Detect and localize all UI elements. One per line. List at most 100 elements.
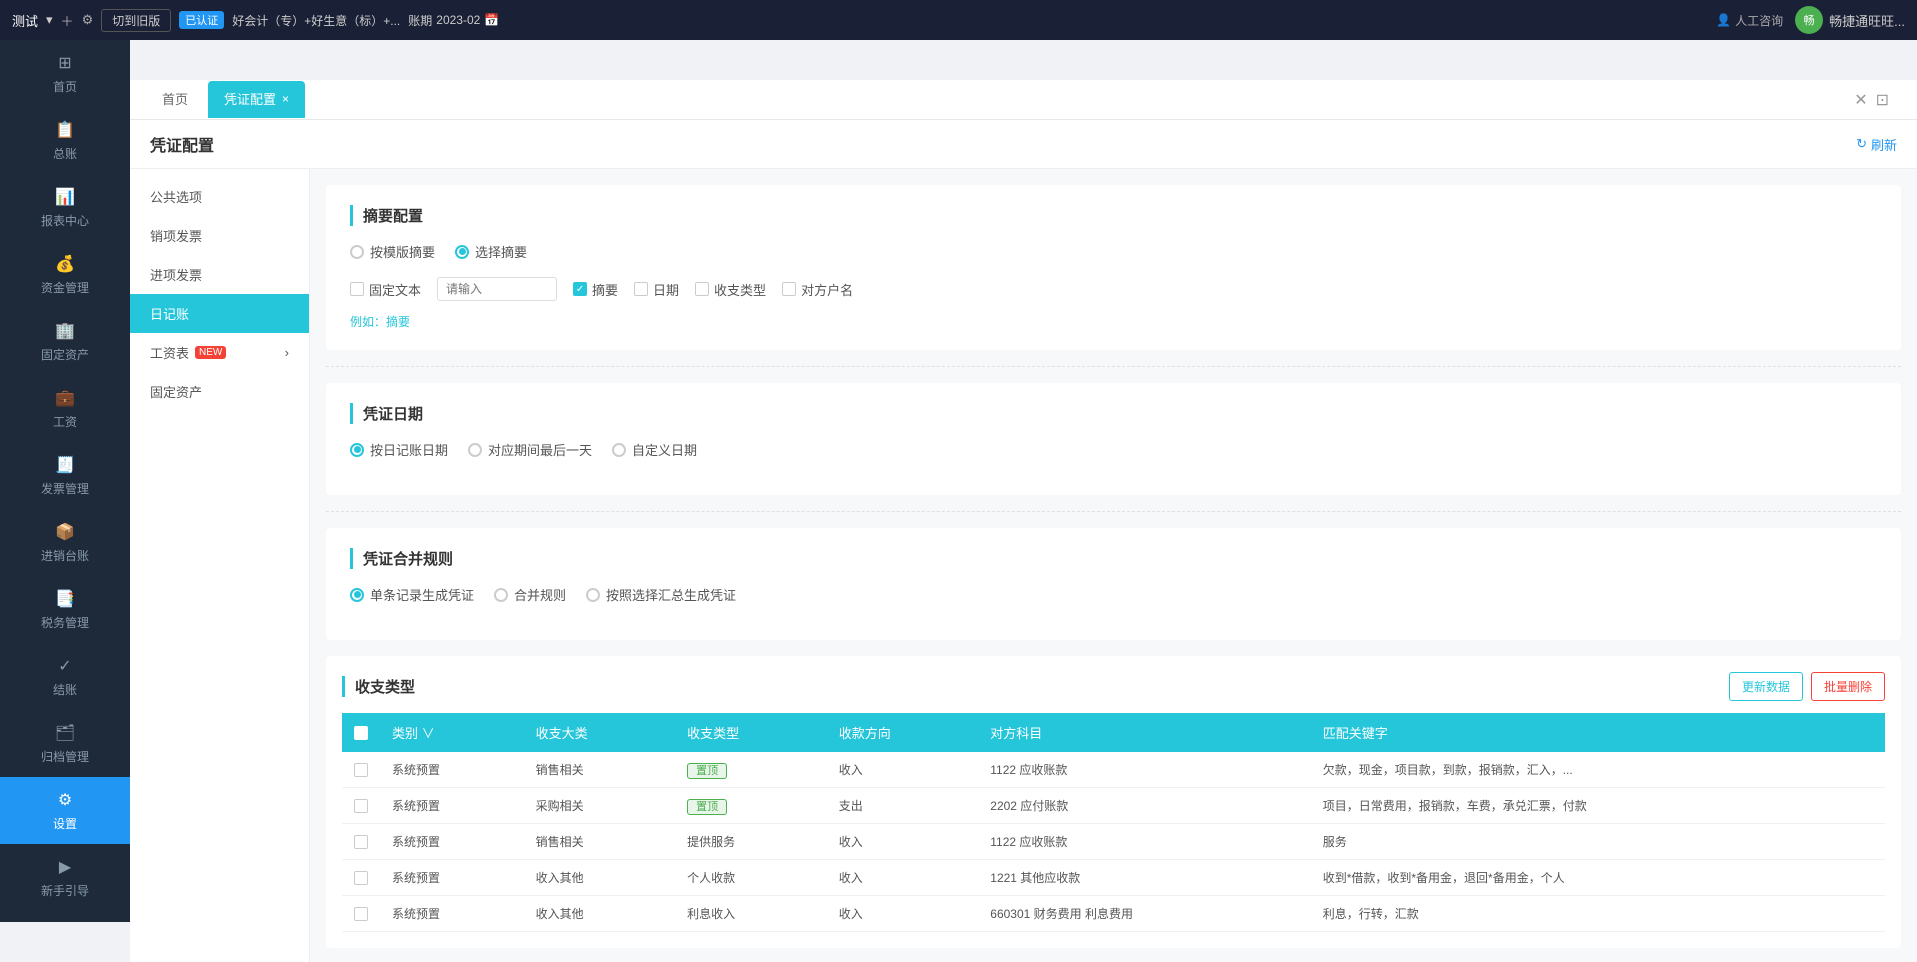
radio-journal-date[interactable]: 按日记账日期 [350,440,448,459]
headset-icon: 👤 [1716,13,1731,27]
sidebar-item-tax[interactable]: 📑 税务管理 [0,576,130,643]
row-checkbox-4[interactable] [354,907,368,921]
nav-item-journal[interactable]: 日记账 [130,294,309,333]
checkbox-label-counterpart: 对方户名 [801,280,853,299]
sidebar-item-reports[interactable]: 📊 报表中心 [0,174,130,241]
sidebar-item-purchase-sales[interactable]: 📦 进销台账 [0,509,130,576]
add-icon[interactable]: ＋ [61,11,74,30]
switch-version-button[interactable]: 切到旧版 [101,9,171,32]
expand-arrow-icon: › [285,345,289,360]
sidebar-item-archive[interactable]: 🗂 归档管理 [0,710,130,777]
table-row: 系统预置 收入其他 个人收款 收入 1221 其他应收款 收到*借款，收到*备用… [342,860,1885,896]
radio-period-last-day[interactable]: 对应期间最后一天 [468,440,592,459]
table-header-row: 收支类型 更新数据 批量删除 [342,672,1885,701]
sidebar-item-fixed-assets[interactable]: 🏢 固定资产 [0,308,130,375]
radio-label-aggregate: 按照选择汇总生成凭证 [606,585,736,604]
certified-badge: 已认证 [179,11,224,29]
sidebar-item-guide[interactable]: ▶ 新手引导 [0,844,130,911]
tab-voucher-config[interactable]: 凭证配置 × [208,81,305,118]
row-checkbox-cell [342,824,380,860]
radio-label-period-last: 对应期间最后一天 [488,440,592,459]
row-checkbox-1[interactable] [354,799,368,813]
company-dropdown[interactable]: ▾ [46,12,53,28]
checkbox-box-summary: ✓ [573,282,587,296]
refresh-icon: ↻ [1856,136,1867,152]
user-avatar: 畅 [1795,6,1823,34]
top-badge-1[interactable]: 置顶 [687,799,727,815]
radio-template-summary[interactable]: 按模版摘要 [350,242,435,261]
radio-select-summary[interactable]: 选择摘要 [455,242,527,261]
checkbox-fixed-text[interactable]: 固定文本 [350,280,421,299]
radio-circle-journal-date [350,443,364,457]
checkbox-summary[interactable]: ✓ 摘要 [573,280,618,299]
divider-2 [326,511,1901,512]
maximize-window-icon[interactable]: ⊡ [1876,90,1889,110]
funds-icon: 💰 [54,253,76,275]
radio-merge-rule[interactable]: 合并规则 [494,585,566,604]
nav-item-payroll[interactable]: 工资表 NEW › [130,333,309,372]
calendar-icon[interactable]: 📅 [484,13,499,27]
checkbox-date[interactable]: 日期 [634,280,679,299]
sidebar-item-invoice[interactable]: 🧾 发票管理 [0,442,130,509]
user-menu[interactable]: 畅 畅捷通旺旺... [1795,6,1905,34]
sidebar-label-general-ledger: 总账 [53,145,77,162]
row-type-3: 个人收款 [675,860,827,896]
row-checkbox-0[interactable] [354,763,368,777]
tab-bar: 首页 凭证配置 × ✕ ⊡ [130,80,1917,120]
date-radio-group: 按日记账日期 对应期间最后一天 自定义日期 [350,440,1877,459]
batch-delete-button[interactable]: 批量删除 [1811,672,1885,701]
checkbox-income-type[interactable]: 收支类型 [695,280,766,299]
table-action-buttons: 更新数据 批量删除 [1729,672,1885,701]
summary-checkbox-row: 固定文本 ✓ 摘要 日期 收支类型 [350,277,1877,301]
sidebar-item-salary[interactable]: 💼 工资 [0,375,130,442]
sidebar-item-settings[interactable]: ⚙ 设置 [0,777,130,844]
tab-close-icon[interactable]: × [282,92,289,106]
service-button[interactable]: 👤 人工咨询 [1716,12,1783,29]
checkbox-box-counterpart [782,282,796,296]
top-badge-0[interactable]: 置顶 [687,763,727,779]
income-expense-title: 收支类型 [342,676,415,697]
row-bigtype-2: 销售相关 [524,824,676,860]
income-expense-table: 类别 ∨ 收支大类 收支类型 收款方向 对方科目 匹配关键字 系统预置 销售相关 [342,713,1885,932]
username-label: 畅捷通旺旺... [1829,11,1905,30]
sidebar-label-invoice: 发票管理 [41,480,89,497]
sidebar-item-general-ledger[interactable]: 📋 总账 [0,107,130,174]
tab-home[interactable]: 首页 [146,81,204,118]
voucher-date-title: 凭证日期 [350,403,1877,424]
radio-single-record[interactable]: 单条记录生成凭证 [350,585,474,604]
radio-aggregate[interactable]: 按照选择汇总生成凭证 [586,585,736,604]
sidebar-item-settlement[interactable]: ✓ 结账 [0,643,130,710]
sidebar-item-home[interactable]: ⊞ 首页 [0,40,130,107]
sidebar-item-funds[interactable]: 💰 资金管理 [0,241,130,308]
row-bigtype-4: 收入其他 [524,896,676,932]
checkbox-label-date: 日期 [653,280,679,299]
radio-label-single: 单条记录生成凭证 [370,585,474,604]
nav-label-journal: 日记账 [150,304,189,323]
nav-item-fixed-assets-config[interactable]: 固定资产 [130,372,309,411]
row-checkbox-3[interactable] [354,871,368,885]
row-category-3: 系统预置 [380,860,524,896]
row-type-0: 置顶 [675,752,827,788]
account-tags: 好会计（专）+好生意（标）+... [232,12,400,29]
nav-item-sales-invoice[interactable]: 销项发票 [130,216,309,255]
nav-label-public: 公共选项 [150,187,202,206]
close-window-icon[interactable]: ✕ [1854,90,1867,110]
update-data-button[interactable]: 更新数据 [1729,672,1803,701]
merge-radio-group: 单条记录生成凭证 合并规则 按照选择汇总生成凭证 [350,585,1877,604]
header-checkbox[interactable] [354,726,368,740]
refresh-button[interactable]: ↻ 刷新 [1856,135,1897,154]
row-account-1: 2202 应付账款 [978,788,1310,824]
fixed-text-input[interactable] [437,277,557,301]
checkbox-counterpart[interactable]: 对方户名 [782,280,853,299]
sidebar-label-funds: 资金管理 [41,279,89,296]
top-bar-right: 👤 人工咨询 畅 畅捷通旺旺... [1716,6,1905,34]
settings-icon[interactable]: ⚙ [82,12,94,28]
main-wrapper: 首页 凭证配置 × ✕ ⊡ 凭证配置 ↻ 刷新 公共选项 销项发票 进 [130,80,1917,962]
sidebar-item-member[interactable]: ♦ 畅会员 [0,911,130,922]
row-checkbox-2[interactable] [354,835,368,849]
nav-item-purchase-invoice[interactable]: 进项发票 [130,255,309,294]
radio-circle-select [455,245,469,259]
nav-item-public[interactable]: 公共选项 [130,177,309,216]
radio-custom-date[interactable]: 自定义日期 [612,440,697,459]
window-controls: ✕ ⊡ [1842,90,1901,110]
